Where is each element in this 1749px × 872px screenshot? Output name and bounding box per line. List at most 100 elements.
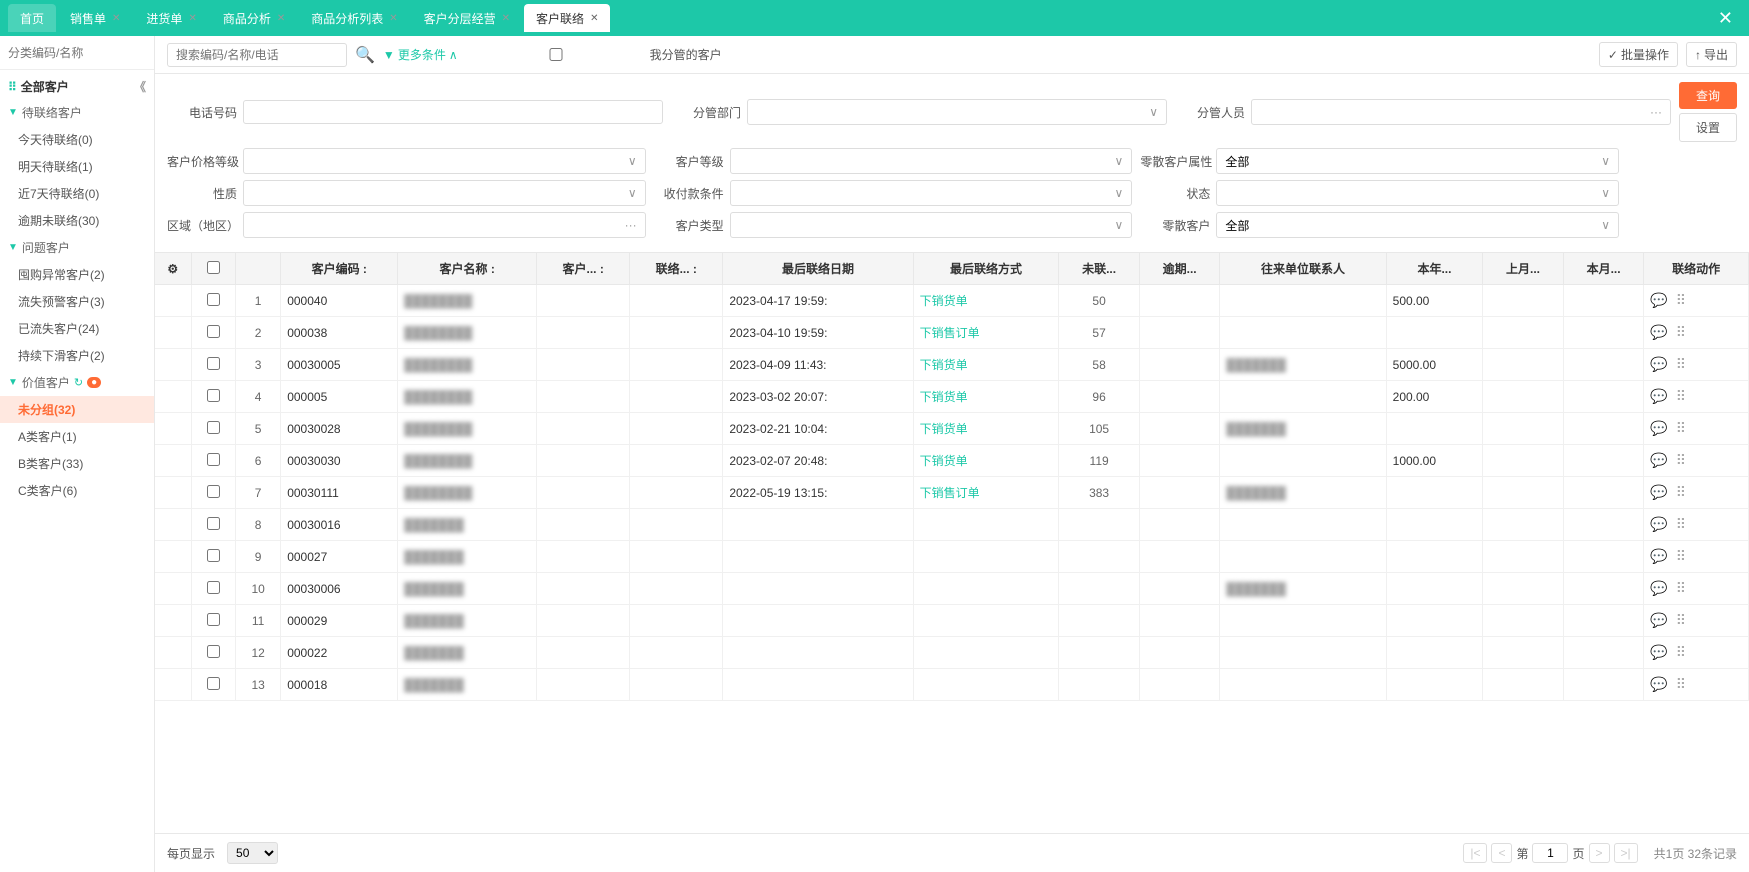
sidebar-item-abnormal[interactable]: 囤购异常客户(2) xyxy=(0,261,154,288)
region-select[interactable]: ··· xyxy=(243,212,646,238)
more-icon[interactable]: ⠿ xyxy=(1676,388,1686,405)
payment-select[interactable]: ∨ xyxy=(730,180,1133,206)
comment-icon[interactable]: 💬 xyxy=(1650,356,1667,373)
td-last-type[interactable]: 下销货单 xyxy=(913,381,1059,413)
next-page-btn[interactable]: > xyxy=(1589,843,1610,863)
th-not-contact[interactable]: 未联... xyxy=(1059,253,1140,285)
comment-icon[interactable]: 💬 xyxy=(1650,292,1667,309)
th-code[interactable]: 客户编码 : xyxy=(281,253,398,285)
th-type[interactable]: 客户... : xyxy=(537,253,630,285)
more-icon[interactable]: ⠿ xyxy=(1676,324,1686,341)
sidebar-group-pending[interactable]: ▼ 待联络客户 xyxy=(0,99,154,126)
th-last-month[interactable]: 上月... xyxy=(1483,253,1564,285)
select-all-checkbox[interactable] xyxy=(207,261,220,274)
tab-goods-analysis[interactable]: 商品分析 ✕ xyxy=(211,4,297,32)
th-checkbox[interactable] xyxy=(191,253,236,285)
tab-purchase[interactable]: 进货单 ✕ xyxy=(134,4,208,32)
refresh-icon[interactable]: ↻ xyxy=(74,376,83,389)
more-icon[interactable]: ⠿ xyxy=(1676,548,1686,565)
my-customers-checkbox[interactable]: 我分管的客户 xyxy=(466,46,722,63)
td-checkbox[interactable] xyxy=(191,445,236,477)
sidebar-item-churn-warning[interactable]: 流失预警客户(3) xyxy=(0,288,154,315)
dept-select[interactable]: ∨ xyxy=(747,99,1167,125)
sidebar-item-ungroup[interactable]: 未分组(32) xyxy=(0,396,154,423)
export-button[interactable]: ↑ 导出 xyxy=(1686,42,1737,67)
price-level-select[interactable]: ∨ xyxy=(243,148,646,174)
tab-goods-list[interactable]: 商品分析列表 ✕ xyxy=(299,4,409,32)
sidebar-search-input[interactable] xyxy=(8,46,155,60)
tab-customer-contact[interactable]: 客户联络 ✕ xyxy=(524,4,610,32)
sidebar-item-7days[interactable]: 近7天待联络(0) xyxy=(0,180,154,207)
more-icon[interactable]: ⠿ xyxy=(1676,292,1686,309)
page-size-select[interactable]: 50 10 20 100 xyxy=(227,842,278,864)
sidebar-item-overdue[interactable]: 逾期未联络(30) xyxy=(0,207,154,234)
comment-icon[interactable]: 💬 xyxy=(1650,644,1667,661)
scatter-customer-select[interactable]: 全部 ∨ xyxy=(1216,212,1619,238)
comment-icon[interactable]: 💬 xyxy=(1650,676,1667,693)
comment-icon[interactable]: 💬 xyxy=(1650,516,1667,533)
comment-icon[interactable]: 💬 xyxy=(1650,548,1667,565)
more-icon[interactable]: ⠿ xyxy=(1676,356,1686,373)
more-icon[interactable]: ⠿ xyxy=(1676,484,1686,501)
tab-goods-analysis-close[interactable]: ✕ xyxy=(277,13,285,24)
manager-select[interactable]: ··· xyxy=(1251,99,1671,125)
more-icon[interactable]: ⠿ xyxy=(1676,452,1686,469)
first-page-btn[interactable]: |< xyxy=(1463,843,1487,863)
sidebar-item-churned[interactable]: 已流失客户(24) xyxy=(0,315,154,342)
reset-button[interactable]: 设置 xyxy=(1679,113,1737,142)
sidebar-group-value[interactable]: ▼ 价值客户 ↻ ● xyxy=(0,369,154,396)
more-icon[interactable]: ⠿ xyxy=(1676,644,1686,661)
comment-icon[interactable]: 💬 xyxy=(1650,612,1667,629)
td-checkbox[interactable] xyxy=(191,573,236,605)
td-last-type[interactable]: 下销货单 xyxy=(913,285,1059,317)
th-last-date[interactable]: 最后联络日期 xyxy=(723,253,913,285)
phone-input[interactable] xyxy=(243,100,663,124)
td-last-type[interactable]: 下销货单 xyxy=(913,413,1059,445)
all-customers-header[interactable]: ⠿ 全部客户 《 xyxy=(0,70,154,99)
th-this-month[interactable]: 本月... xyxy=(1563,253,1644,285)
tab-customer-contact-close[interactable]: ✕ xyxy=(590,13,598,24)
tab-purchase-close[interactable]: ✕ xyxy=(188,13,196,24)
query-button[interactable]: 查询 xyxy=(1679,82,1737,109)
th-this-year[interactable]: 本年... xyxy=(1386,253,1483,285)
close-all-tabs[interactable]: ✕ xyxy=(1710,8,1741,29)
scatter-attr-select[interactable]: 全部 ∨ xyxy=(1216,148,1619,174)
sidebar-item-class-a[interactable]: A类客户(1) xyxy=(0,423,154,450)
td-last-type[interactable]: 下销货单 xyxy=(913,349,1059,381)
th-name[interactable]: 客户名称 : xyxy=(398,253,537,285)
th-last-type[interactable]: 最后联络方式 xyxy=(913,253,1059,285)
td-checkbox[interactable] xyxy=(191,637,236,669)
page-num-input[interactable] xyxy=(1532,843,1568,863)
th-contacts[interactable]: 往来单位联系人 xyxy=(1220,253,1386,285)
more-icon[interactable]: ⠿ xyxy=(1676,420,1686,437)
td-last-type[interactable]: 下销售订单 xyxy=(913,317,1059,349)
more-conditions-btn[interactable]: ▼ 更多条件 ∧ xyxy=(383,46,458,63)
tab-sales[interactable]: 销售单 ✕ xyxy=(58,4,132,32)
td-checkbox[interactable] xyxy=(191,317,236,349)
td-last-type[interactable]: 下销售订单 xyxy=(913,477,1059,509)
tab-sales-close[interactable]: ✕ xyxy=(112,13,120,24)
sidebar-item-class-c[interactable]: C类客户(6) xyxy=(0,477,154,504)
td-checkbox[interactable] xyxy=(191,477,236,509)
nature-select[interactable]: ∨ xyxy=(243,180,646,206)
tab-goods-list-close[interactable]: ✕ xyxy=(389,13,397,24)
comment-icon[interactable]: 💬 xyxy=(1650,324,1667,341)
td-checkbox[interactable] xyxy=(191,669,236,701)
more-icon[interactable]: ⠿ xyxy=(1676,612,1686,629)
td-checkbox[interactable] xyxy=(191,541,236,573)
comment-icon[interactable]: 💬 xyxy=(1650,484,1667,501)
td-checkbox[interactable] xyxy=(191,349,236,381)
td-last-type[interactable]: 下销货单 xyxy=(913,445,1059,477)
more-icon[interactable]: ⠿ xyxy=(1676,676,1686,693)
tab-home[interactable]: 首页 xyxy=(8,4,56,32)
last-page-btn[interactable]: >| xyxy=(1614,843,1638,863)
td-checkbox[interactable] xyxy=(191,285,236,317)
tab-customer-layer-close[interactable]: ✕ xyxy=(502,13,510,24)
sidebar-item-tomorrow[interactable]: 明天待联络(1) xyxy=(0,153,154,180)
filter-search-icon[interactable]: 🔍 xyxy=(355,45,375,65)
td-checkbox[interactable] xyxy=(191,605,236,637)
customer-level-select[interactable]: ∨ xyxy=(730,148,1133,174)
td-checkbox[interactable] xyxy=(191,381,236,413)
td-checkbox[interactable] xyxy=(191,413,236,445)
sidebar-item-today[interactable]: 今天待联络(0) xyxy=(0,126,154,153)
